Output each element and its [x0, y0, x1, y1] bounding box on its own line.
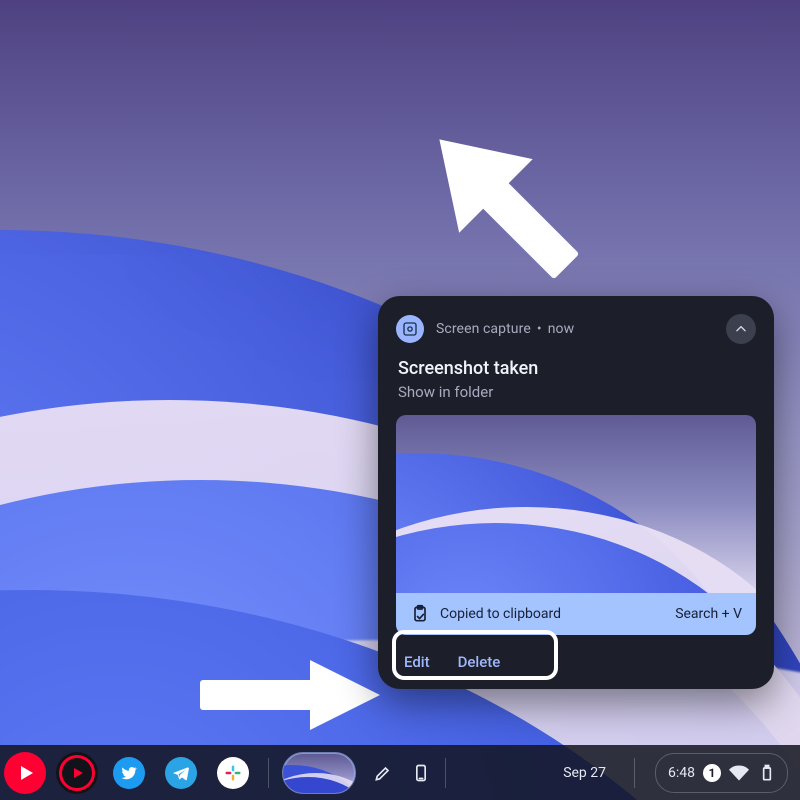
status-date[interactable]: Sep 27 [555, 759, 614, 787]
clipboard-text: Copied to clipboard [440, 606, 561, 622]
telegram-app[interactable] [160, 752, 202, 794]
collapse-button[interactable] [726, 314, 756, 344]
shelf-divider-3 [634, 758, 635, 788]
status-area[interactable]: Sep 27 6:48 1 [555, 753, 788, 793]
notification-actions: Edit Delete [396, 649, 756, 673]
taskbar: Sep 27 6:48 1 [0, 745, 800, 800]
youtube-app[interactable] [4, 752, 46, 794]
delete-button[interactable]: Delete [458, 653, 501, 671]
wifi-icon [729, 763, 749, 783]
telegram-icon [165, 757, 197, 789]
twitter-app[interactable] [108, 752, 150, 794]
notification-time: now [548, 321, 575, 337]
tote-screenshot-preview[interactable] [283, 753, 355, 793]
youtube-icon [21, 766, 33, 780]
clipboard-shortcut: Search + V [675, 606, 742, 622]
twitter-icon [113, 757, 145, 789]
quick-settings-button[interactable]: 6:48 1 [655, 753, 788, 793]
youtube-music-icon [59, 755, 95, 791]
notification-title: Screenshot taken [398, 358, 756, 379]
battery-icon [757, 763, 777, 783]
stylus-tool-button[interactable] [373, 763, 393, 783]
annotation-arrow-bottom [200, 660, 380, 730]
notification-count-badge: 1 [703, 764, 721, 782]
shelf-divider-2 [445, 758, 446, 788]
edit-button[interactable]: Edit [404, 653, 430, 671]
status-time: 6:48 [668, 765, 695, 781]
show-in-folder-link[interactable]: Show in folder [398, 383, 756, 401]
slack-icon [217, 757, 249, 789]
screenshot-preview[interactable] [396, 415, 756, 593]
phone-hub-button[interactable] [411, 763, 431, 783]
clipboard-icon [410, 604, 430, 624]
clipboard-bar[interactable]: Copied to clipboard Search + V [396, 593, 756, 635]
shelf-divider [268, 758, 269, 788]
app-name: Screen capture [436, 321, 531, 337]
pinned-apps [0, 752, 254, 794]
annotation-arrow-top [418, 108, 588, 298]
notification-card[interactable]: Screen capture•now Screenshot taken Show… [378, 296, 774, 689]
screen-capture-icon [396, 315, 424, 343]
notification-source: Screen capture•now [436, 321, 714, 337]
youtube-music-app[interactable] [56, 752, 98, 794]
slack-app[interactable] [212, 752, 254, 794]
notification-header: Screen capture•now [396, 314, 756, 344]
